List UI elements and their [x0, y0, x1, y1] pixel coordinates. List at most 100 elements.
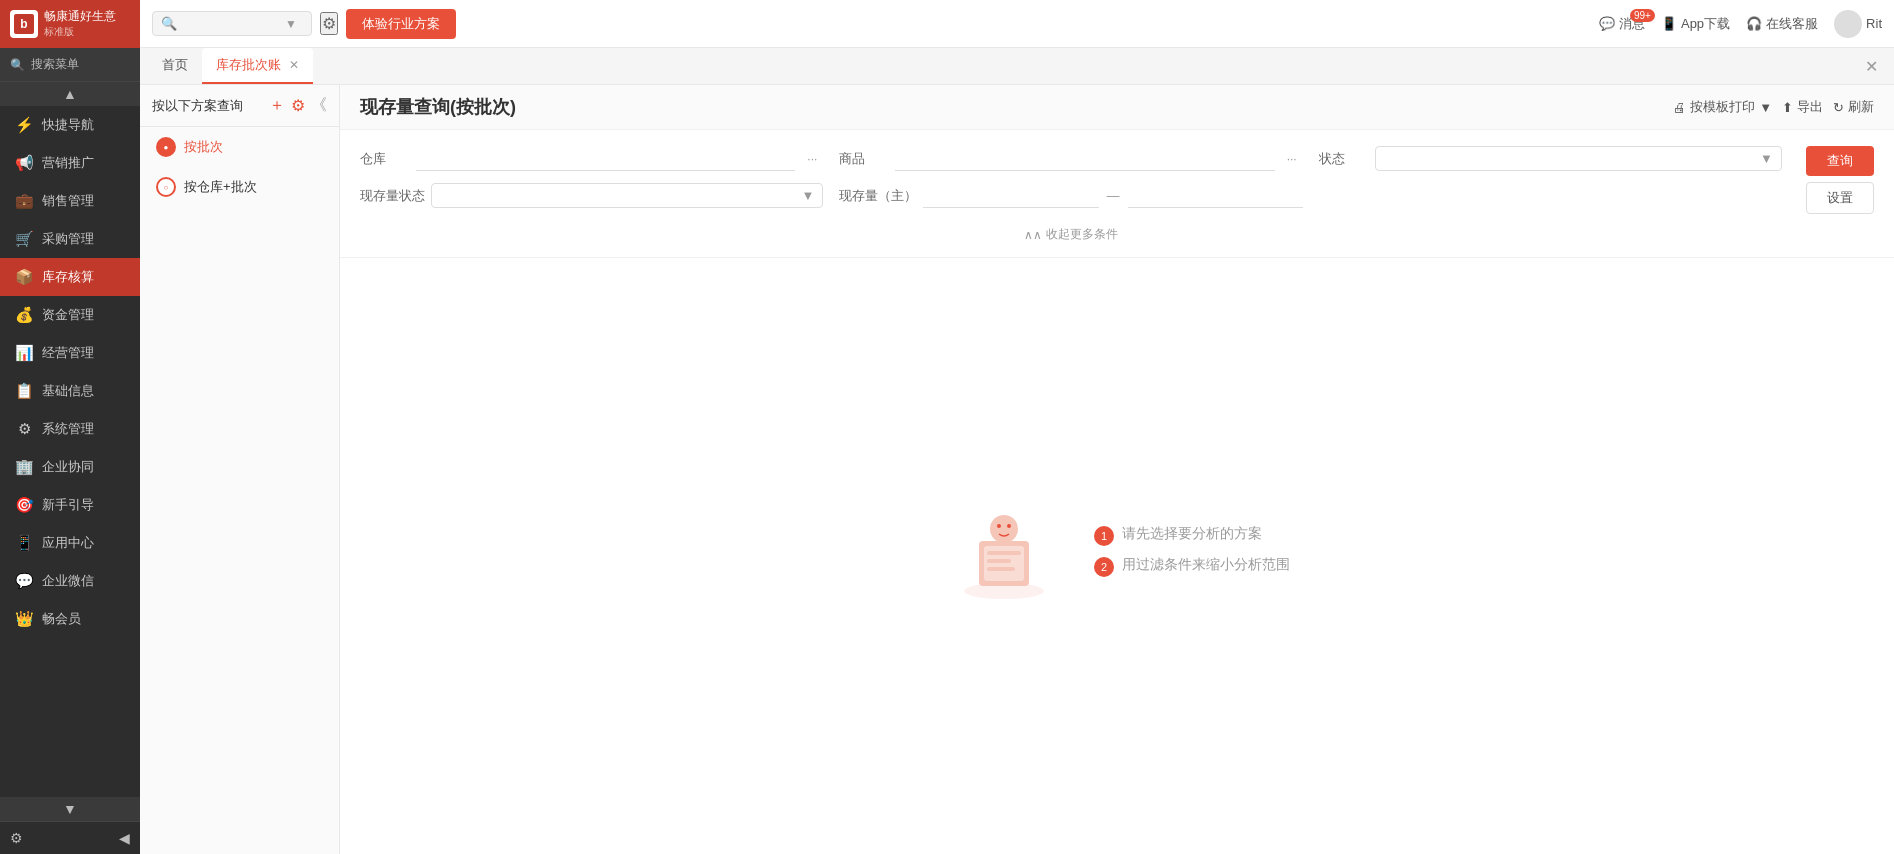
warehouse-more-btn[interactable]: ··· — [801, 150, 823, 168]
product-input[interactable] — [895, 147, 1274, 171]
close-all-tabs-btn[interactable]: ✕ — [1857, 53, 1886, 80]
app-version: 标准版 — [44, 25, 116, 39]
sidebar-item-app-center[interactable]: 📱 应用中心 — [0, 524, 140, 562]
sidebar-item-basic[interactable]: 📋 基础信息 — [0, 372, 140, 410]
app-download-btn[interactable]: 📱 App下载 — [1661, 15, 1730, 33]
experience-btn[interactable]: 体验行业方案 — [346, 9, 456, 39]
service-icon: 🎧 — [1746, 16, 1762, 31]
avatar — [1834, 10, 1862, 38]
svg-rect-5 — [987, 567, 1015, 571]
sidebar-item-label: 采购管理 — [42, 230, 94, 248]
sidebar-item-label: 快捷导航 — [42, 116, 94, 134]
add-scheme-btn[interactable]: ＋ — [269, 95, 285, 116]
sidebar-item-label: 应用中心 — [42, 534, 94, 552]
page-header: 现存量查询(按批次) 🖨 按模板打印 ▼ ⬆ 导出 ↻ 刷新 — [340, 85, 1894, 130]
sidebar-item-purchase[interactable]: 🛒 采购管理 — [0, 220, 140, 258]
page-title: 现存量查询(按批次) — [360, 95, 516, 119]
sidebar-item-inventory[interactable]: 📦 库存核算 — [0, 258, 140, 296]
scheme-by-warehouse-batch-label: 按仓库+批次 — [184, 178, 257, 196]
scheme-by-batch[interactable]: ● 按批次 — [140, 127, 339, 167]
inventory-qty-max[interactable] — [1128, 184, 1303, 208]
sidebar-item-label: 经营管理 — [42, 344, 94, 362]
app-logo: b — [10, 10, 38, 38]
scheme-active-icon: ● — [156, 137, 176, 157]
search-menu-btn[interactable]: 🔍 搜索菜单 — [0, 48, 140, 82]
sidebar-item-finance[interactable]: 💰 资金管理 — [0, 296, 140, 334]
svg-point-8 — [1007, 524, 1011, 528]
topbar-right: 💬 消息 99+ 📱 App下载 🎧 在线客服 Rit — [1599, 10, 1882, 38]
scheme-inactive-icon: ○ — [156, 177, 176, 197]
right-main: 现存量查询(按批次) 🖨 按模板打印 ▼ ⬆ 导出 ↻ 刷新 — [340, 85, 1894, 854]
collapse-panel-btn[interactable]: 《 — [311, 95, 327, 116]
purchase-icon: 🛒 — [14, 230, 34, 248]
scheme-by-warehouse-batch[interactable]: ○ 按仓库+批次 — [140, 167, 339, 207]
chevron-down-icon: ▼ — [1760, 151, 1773, 166]
tab-home[interactable]: 首页 — [148, 48, 202, 84]
refresh-btn[interactable]: ↻ 刷新 — [1833, 98, 1874, 116]
filter-product: 商品 ··· — [839, 147, 1302, 171]
set-btn[interactable]: 设置 — [1806, 182, 1874, 214]
print-template-btn[interactable]: 🖨 按模板打印 ▼ — [1673, 98, 1772, 116]
user-profile-btn[interactable]: Rit — [1834, 10, 1882, 38]
sidebar-item-newbie[interactable]: 🎯 新手引导 — [0, 486, 140, 524]
message-btn[interactable]: 💬 消息 99+ — [1599, 15, 1645, 33]
chevron-down-icon[interactable]: ▼ — [285, 17, 297, 31]
export-btn[interactable]: ⬆ 导出 — [1782, 98, 1823, 116]
message-icon: 💬 — [1599, 16, 1615, 31]
collapse-more-btn[interactable]: ∧∧ 收起更多条件 — [360, 220, 1782, 249]
status-dropdown[interactable]: ▼ — [1375, 146, 1782, 171]
sidebar-item-marketing[interactable]: 📢 营销推广 — [0, 144, 140, 182]
warehouse-input[interactable] — [416, 147, 795, 171]
scroll-down-btn[interactable]: ▼ — [0, 797, 140, 821]
sales-icon: 💼 — [14, 192, 34, 210]
topbar-search-input[interactable] — [181, 17, 281, 31]
empty-text: 1 请先选择要分析的方案 2 用过滤条件来缩小分析范围 — [1094, 525, 1290, 587]
sidebar-item-label: 营销推广 — [42, 154, 94, 172]
sidebar-header: b 畅康通好生意 标准版 — [0, 0, 140, 48]
sidebar-item-quick-nav[interactable]: ⚡ 快捷导航 — [0, 106, 140, 144]
sidebar-item-sales[interactable]: 💼 销售管理 — [0, 182, 140, 220]
inventory-icon: 📦 — [14, 268, 34, 286]
sidebar-item-enterprise[interactable]: 🏢 企业协同 — [0, 448, 140, 486]
sidebar-item-operations[interactable]: 📊 经营管理 — [0, 334, 140, 372]
inventory-status-label: 现存量状态 — [360, 187, 425, 205]
left-panel-header: 按以下方案查询 ＋ ⚙ 《 — [140, 85, 339, 127]
sidebar-item-label: 畅会员 — [42, 610, 81, 628]
sidebar-item-label: 基础信息 — [42, 382, 94, 400]
scheme-settings-btn[interactable]: ⚙ — [291, 96, 305, 115]
range-dash: — — [1107, 188, 1120, 203]
sidebar-item-system[interactable]: ⚙ 系统管理 — [0, 410, 140, 448]
inventory-qty-range: — — [923, 184, 1302, 208]
inventory-qty-min[interactable] — [923, 184, 1098, 208]
refresh-icon: ↻ — [1833, 100, 1844, 115]
inventory-qty-label: 现存量（主） — [839, 187, 917, 205]
page-header-actions: 🖨 按模板打印 ▼ ⬆ 导出 ↻ 刷新 — [1673, 98, 1874, 116]
settings-icon[interactable]: ⚙ — [320, 12, 338, 35]
sidebar-item-member[interactable]: 👑 畅会员 — [0, 600, 140, 638]
collapse-sidebar-btn[interactable]: ◀ — [119, 830, 130, 846]
query-btn[interactable]: 查询 — [1806, 146, 1874, 176]
tab-home-label: 首页 — [162, 56, 188, 74]
online-service-btn[interactable]: 🎧 在线客服 — [1746, 15, 1818, 33]
search-icon: 🔍 — [161, 16, 177, 31]
quick-nav-icon: ⚡ — [14, 116, 34, 134]
main-area: 🔍 ▼ ⚙ 体验行业方案 💬 消息 99+ 📱 App下载 🎧 在线客服 R — [140, 0, 1894, 854]
inventory-status-dropdown[interactable]: ▼ — [431, 183, 823, 208]
sidebar-item-wechat[interactable]: 💬 企业微信 — [0, 562, 140, 600]
tab-inventory-batch[interactable]: 库存批次账 ✕ — [202, 48, 313, 84]
topbar-search-box[interactable]: 🔍 ▼ — [152, 11, 312, 36]
member-icon: 👑 — [14, 610, 34, 628]
chevron-down-icon: ▼ — [801, 188, 814, 203]
scroll-up-btn[interactable]: ▲ — [0, 82, 140, 106]
svg-point-7 — [997, 524, 1001, 528]
filter-status: 状态 ▼ — [1319, 146, 1782, 171]
settings-btn[interactable]: ⚙ — [10, 830, 23, 846]
message-badge: 99+ — [1630, 9, 1655, 22]
tab-close-icon[interactable]: ✕ — [289, 58, 299, 72]
filter-btn-area: 查询 设置 — [1798, 146, 1874, 214]
print-icon: 🖨 — [1673, 100, 1686, 115]
product-more-btn[interactable]: ··· — [1281, 150, 1303, 168]
filter-row-1: 仓库 ··· 商品 ··· 状态 — [360, 146, 1782, 171]
sidebar-item-label: 系统管理 — [42, 420, 94, 438]
tabbar: 首页 库存批次账 ✕ ✕ — [140, 48, 1894, 85]
